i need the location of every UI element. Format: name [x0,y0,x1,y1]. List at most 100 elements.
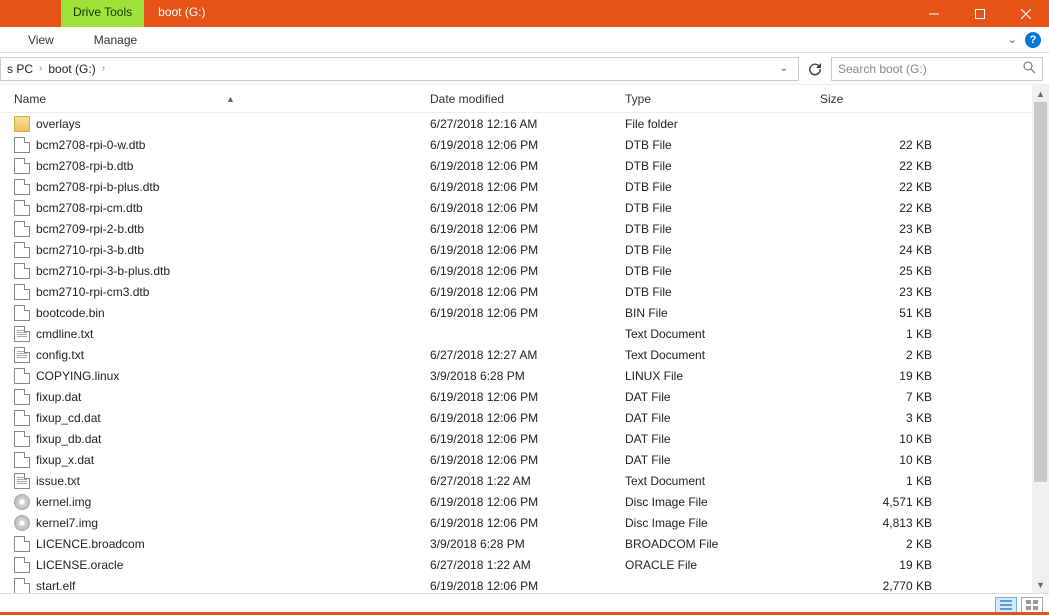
file-row[interactable]: bcm2708-rpi-b-plus.dtb6/19/2018 12:06 PM… [0,176,1049,197]
file-row[interactable]: bcm2708-rpi-b.dtb6/19/2018 12:06 PMDTB F… [0,155,1049,176]
breadcrumb-dropdown-icon[interactable]: ⌄ [776,63,792,74]
file-size: 10 KB [820,432,940,446]
maximize-button[interactable] [957,0,1003,27]
file-size: 1 KB [820,327,940,341]
view-large-icons-button[interactable] [1021,597,1043,613]
file-row[interactable]: fixup_cd.dat6/19/2018 12:06 PMDAT File3 … [0,407,1049,428]
file-name: bcm2708-rpi-cm.dtb [36,201,143,215]
file-type: File folder [625,117,820,131]
file-row[interactable]: kernel7.img6/19/2018 12:06 PMDisc Image … [0,512,1049,533]
file-type: DTB File [625,243,820,257]
file-row[interactable]: fixup_x.dat6/19/2018 12:06 PMDAT File10 … [0,449,1049,470]
file-type: DTB File [625,180,820,194]
scroll-down-icon[interactable]: ▼ [1032,576,1049,593]
file-name: overlays [36,117,81,131]
scroll-up-icon[interactable]: ▲ [1032,85,1049,102]
column-header-date[interactable]: Date modified [430,92,625,106]
file-icon [14,158,30,174]
file-row[interactable]: kernel.img6/19/2018 12:06 PMDisc Image F… [0,491,1049,512]
vertical-scrollbar[interactable]: ▲ ▼ [1032,85,1049,593]
text-icon [14,347,30,363]
minimize-button[interactable] [911,0,957,27]
breadcrumb-segment[interactable]: s PC [7,62,33,76]
file-date: 6/19/2018 12:06 PM [430,516,625,530]
close-button[interactable] [1003,0,1049,27]
file-date: 6/19/2018 12:06 PM [430,411,625,425]
file-row[interactable]: fixup.dat6/19/2018 12:06 PMDAT File7 KB [0,386,1049,407]
column-header-size[interactable]: Size [820,92,945,106]
file-size: 19 KB [820,369,940,383]
tab-manage[interactable]: Manage [76,28,155,52]
file-date: 6/19/2018 12:06 PM [430,579,625,593]
file-type: BROADCOM File [625,537,820,551]
file-row[interactable]: cmdline.txtText Document1 KB [0,323,1049,344]
file-name: COPYING.linux [36,369,119,383]
file-row[interactable]: issue.txt6/27/2018 1:22 AMText Document1… [0,470,1049,491]
search-input[interactable]: Search boot (G:) [831,57,1043,81]
file-size: 1 KB [820,474,940,488]
ribbon-collapse-caret-icon[interactable]: ⌄ [1000,33,1025,46]
file-size: 7 KB [820,390,940,404]
titlebar: Drive Tools boot (G:) [0,0,1049,27]
file-row[interactable]: bcm2708-rpi-cm.dtb6/19/2018 12:06 PMDTB … [0,197,1049,218]
file-type: DTB File [625,222,820,236]
file-row[interactable]: config.txt 6/27/2018 12:27 AMText Documen… [0,344,1049,365]
search-placeholder: Search boot (G:) [838,62,1023,76]
file-row[interactable]: bcm2710-rpi-3-b-plus.dtb6/19/2018 12:06 … [0,260,1049,281]
sort-ascending-icon: ▲ [226,94,235,104]
breadcrumb[interactable]: s PC › boot (G:) › ⌄ [0,57,799,81]
file-date: 6/27/2018 12:27 AM [430,348,625,362]
file-icon [14,557,30,573]
file-row[interactable]: fixup_db.dat6/19/2018 12:06 PMDAT File10… [0,428,1049,449]
file-row[interactable]: bcm2708-rpi-0-w.dtb6/19/2018 12:06 PMDTB… [0,134,1049,155]
file-icon [14,389,30,405]
file-type: BIN File [625,306,820,320]
file-name: bcm2710-rpi-3-b-plus.dtb [36,264,170,278]
file-size: 51 KB [820,306,940,320]
text-icon [14,326,30,342]
file-icon [14,578,30,594]
file-row[interactable]: overlays6/27/2018 12:16 AMFile folder [0,113,1049,134]
file-icon [14,431,30,447]
file-row[interactable]: COPYING.linux3/9/2018 6:28 PMLINUX File1… [0,365,1049,386]
file-size: 3 KB [820,411,940,425]
file-icon [14,536,30,552]
file-icon [14,305,30,321]
content-area: Name ▲ Date modified Type Size overlays6… [0,85,1049,593]
file-row[interactable]: bcm2709-rpi-2-b.dtb6/19/2018 12:06 PMDTB… [0,218,1049,239]
file-size: 22 KB [820,138,940,152]
file-type: DTB File [625,159,820,173]
chevron-right-icon: › [39,63,42,74]
file-name: bootcode.bin [36,306,105,320]
file-name: fixup.dat [36,390,81,404]
file-date: 3/9/2018 6:28 PM [430,537,625,551]
file-name: fixup_x.dat [36,453,94,467]
help-icon[interactable]: ? [1025,32,1041,48]
file-type: DTB File [625,201,820,215]
file-row[interactable]: LICENCE.broadcom3/9/2018 6:28 PMBROADCOM… [0,533,1049,554]
file-type: DAT File [625,432,820,446]
file-size: 10 KB [820,453,940,467]
scrollbar-thumb[interactable] [1034,102,1047,482]
file-row[interactable]: bcm2710-rpi-3-b.dtb6/19/2018 12:06 PMDTB… [0,239,1049,260]
file-size: 22 KB [820,180,940,194]
breadcrumb-segment[interactable]: boot (G:) [48,62,95,76]
file-row[interactable]: bcm2710-rpi-cm3.dtb6/19/2018 12:06 PMDTB… [0,281,1049,302]
contextual-tab-drive-tools[interactable]: Drive Tools [61,0,144,27]
refresh-button[interactable] [803,57,827,81]
tab-view[interactable]: View [18,28,76,52]
file-row[interactable]: bootcode.bin6/19/2018 12:06 PMBIN File51… [0,302,1049,323]
file-name: fixup_db.dat [36,432,101,446]
file-row[interactable]: LICENSE.oracle6/27/2018 1:22 AMORACLE Fi… [0,554,1049,575]
file-type: Text Document [625,348,820,362]
view-details-button[interactable] [995,597,1017,613]
file-date: 3/9/2018 6:28 PM [430,369,625,383]
file-icon [14,179,30,195]
file-icon [14,368,30,384]
folder-icon [14,116,30,132]
column-header-type[interactable]: Type [625,92,820,106]
column-header-name[interactable]: Name ▲ [0,92,430,106]
file-date: 6/19/2018 12:06 PM [430,285,625,299]
file-name: config.txt [36,348,84,362]
file-size: 25 KB [820,264,940,278]
